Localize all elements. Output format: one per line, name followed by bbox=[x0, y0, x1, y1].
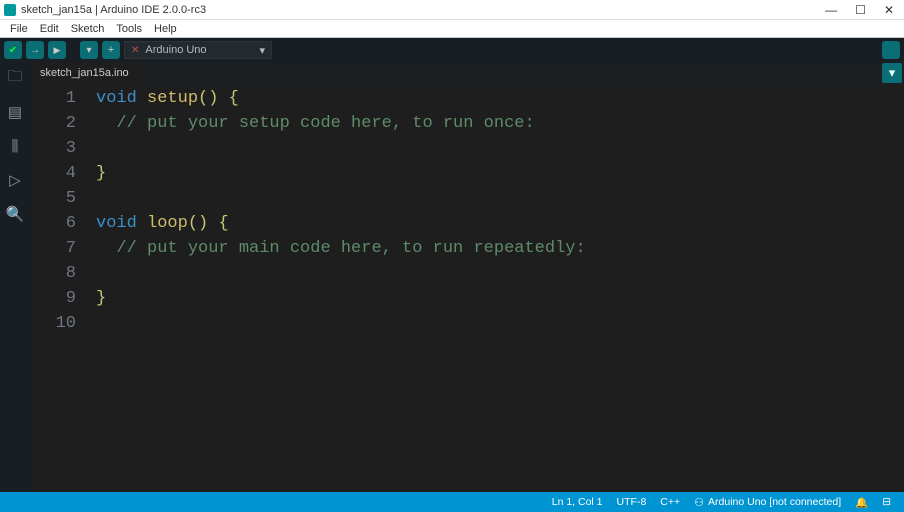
line-number: 1 bbox=[30, 86, 76, 111]
board-label: Arduino Uno bbox=[145, 44, 206, 56]
code-line[interactable] bbox=[96, 311, 904, 336]
upload-button[interactable] bbox=[26, 41, 44, 59]
code-line[interactable]: // put your setup code here, to run once… bbox=[96, 111, 904, 136]
code-content[interactable]: void setup() { // put your setup code he… bbox=[90, 84, 904, 492]
line-number: 8 bbox=[30, 261, 76, 286]
line-number: 6 bbox=[30, 211, 76, 236]
debug-icon[interactable]: ▷ bbox=[5, 170, 25, 190]
serial-plotter-button[interactable] bbox=[882, 41, 900, 59]
tab-sketch[interactable]: sketch_jan15a.ino bbox=[30, 62, 140, 84]
tab-label: sketch_jan15a.ino bbox=[40, 67, 129, 79]
menu-file[interactable]: File bbox=[4, 23, 34, 35]
editor-pane: sketch_jan15a.ino ▾ 12345678910 void set… bbox=[30, 62, 904, 492]
status-notifications[interactable]: 🔔 bbox=[848, 496, 875, 509]
code-line[interactable]: void setup() { bbox=[96, 86, 904, 111]
main-area: 🗀 ▤ ⫼ ▷ 🔍 sketch_jan15a.ino ▾ 1234567891… bbox=[0, 62, 904, 492]
plug-icon: ⚇ bbox=[694, 496, 704, 509]
line-gutter: 12345678910 bbox=[30, 84, 90, 492]
code-line[interactable] bbox=[96, 261, 904, 286]
menu-help[interactable]: Help bbox=[148, 23, 183, 35]
code-line[interactable] bbox=[96, 186, 904, 211]
line-number: 10 bbox=[30, 311, 76, 336]
status-encoding[interactable]: UTF-8 bbox=[610, 496, 654, 508]
code-editor[interactable]: 12345678910 void setup() { // put your s… bbox=[30, 84, 904, 492]
menu-sketch[interactable]: Sketch bbox=[65, 23, 111, 35]
debug-button[interactable] bbox=[48, 41, 66, 59]
tab-bar: sketch_jan15a.ino ▾ bbox=[30, 62, 904, 84]
line-number: 3 bbox=[30, 136, 76, 161]
sketchbook-icon[interactable]: 🗀 bbox=[5, 68, 25, 88]
menu-tools[interactable]: Tools bbox=[110, 23, 148, 35]
code-line[interactable]: // put your main code here, to run repea… bbox=[96, 236, 904, 261]
tab-add-button[interactable]: ▾ bbox=[882, 63, 902, 83]
maximize-button[interactable]: ☐ bbox=[855, 3, 866, 17]
minimize-button[interactable]: — bbox=[825, 3, 837, 17]
board-status-icon: ✕ bbox=[131, 45, 139, 56]
menubar: File Edit Sketch Tools Help bbox=[0, 20, 904, 38]
arduino-app-icon bbox=[4, 4, 16, 16]
menu-edit[interactable]: Edit bbox=[34, 23, 65, 35]
titlebar: sketch_jan15a | Arduino IDE 2.0.0-rc3 — … bbox=[0, 0, 904, 20]
code-line[interactable]: } bbox=[96, 286, 904, 311]
line-number: 7 bbox=[30, 236, 76, 261]
window-controls: — ☐ ✕ bbox=[825, 3, 900, 17]
boards-manager-icon[interactable]: ▤ bbox=[5, 102, 25, 122]
board-add-icon[interactable] bbox=[102, 41, 120, 59]
line-number: 9 bbox=[30, 286, 76, 311]
code-line[interactable]: void loop() { bbox=[96, 211, 904, 236]
code-line[interactable]: } bbox=[96, 161, 904, 186]
window-title: sketch_jan15a | Arduino IDE 2.0.0-rc3 bbox=[21, 4, 825, 16]
line-number: 2 bbox=[30, 111, 76, 136]
search-icon[interactable]: 🔍 bbox=[5, 204, 25, 224]
board-dropdown-icon[interactable] bbox=[80, 41, 98, 59]
status-bar: Ln 1, Col 1 UTF-8 C++ ⚇ Arduino Uno [not… bbox=[0, 492, 904, 512]
code-line[interactable] bbox=[96, 136, 904, 161]
status-cursor[interactable]: Ln 1, Col 1 bbox=[545, 496, 610, 508]
status-board[interactable]: ⚇ Arduino Uno [not connected] bbox=[687, 496, 848, 509]
activity-bar: 🗀 ▤ ⫼ ▷ 🔍 bbox=[0, 62, 30, 492]
library-manager-icon[interactable]: ⫼ bbox=[5, 136, 25, 156]
line-number: 4 bbox=[30, 161, 76, 186]
board-selector[interactable]: ✕ Arduino Uno ▾ bbox=[124, 41, 272, 59]
line-number: 5 bbox=[30, 186, 76, 211]
status-language[interactable]: C++ bbox=[653, 496, 687, 508]
chevron-down-icon: ▾ bbox=[259, 44, 265, 57]
toolbar: ✕ Arduino Uno ▾ bbox=[0, 38, 904, 62]
status-close-panel[interactable]: ⊟ bbox=[875, 496, 898, 508]
close-button[interactable]: ✕ bbox=[884, 3, 894, 17]
verify-button[interactable] bbox=[4, 41, 22, 59]
